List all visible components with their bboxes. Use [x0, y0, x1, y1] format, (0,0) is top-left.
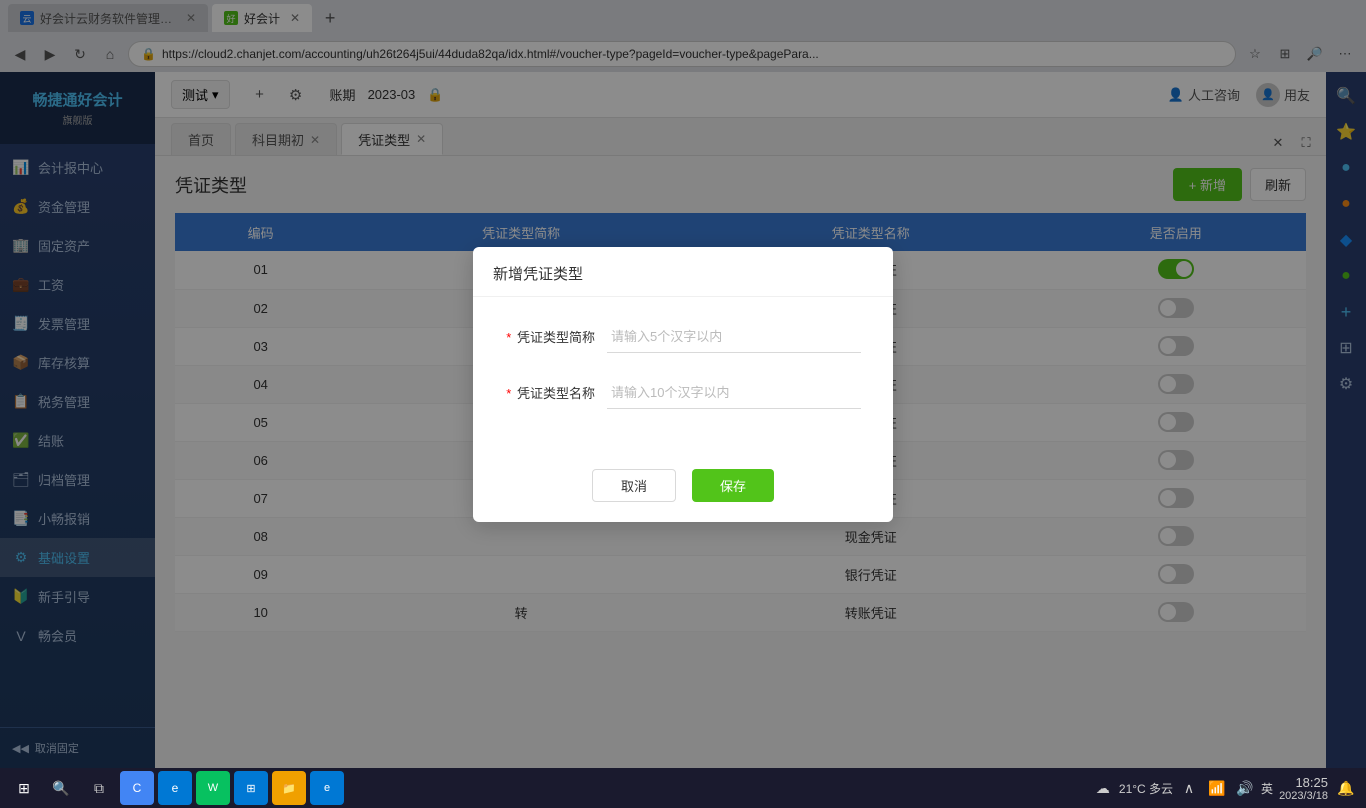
form-row-name: * 凭证类型名称 [505, 377, 861, 409]
cancel-button[interactable]: 取消 [592, 469, 676, 502]
clock-time: 18:25 [1279, 775, 1328, 790]
dialog-title: 新增凭证类型 [493, 266, 583, 283]
search-taskbar-button[interactable]: 🔍 [44, 771, 78, 805]
form-label-name: * 凭证类型名称 [505, 383, 595, 402]
dialog-header: 新增凭证类型 [473, 247, 893, 297]
start-button[interactable]: ⊞ [8, 772, 40, 804]
dialog-overlay: 新增凭证类型 * 凭证类型简称 * 凭证类型名称 取消 保存 [0, 0, 1366, 768]
clock-date: 2023/3/18 [1279, 790, 1328, 802]
volume-icon[interactable]: 🔊 [1233, 776, 1257, 800]
lang-text: 英 [1261, 780, 1273, 797]
required-marker-name: * [506, 386, 511, 401]
taskbar-wechat-app[interactable]: W [196, 771, 230, 805]
save-button[interactable]: 保存 [692, 469, 774, 502]
taskbar-chrome-app[interactable]: C [120, 771, 154, 805]
taskbar-right: ☁ 21°C 多云 ∧ 📶 🔊 英 18:25 2023/3/18 🔔 [1091, 775, 1358, 802]
new-voucher-type-dialog: 新增凭证类型 * 凭证类型简称 * 凭证类型名称 取消 保存 [473, 247, 893, 522]
required-marker-abbr: * [506, 330, 511, 345]
taskbar-files-app[interactable]: 📁 [272, 771, 306, 805]
taskview-button[interactable]: ⧉ [82, 771, 116, 805]
taskbar-clock[interactable]: 18:25 2023/3/18 [1279, 775, 1328, 802]
abbr-input[interactable] [607, 321, 861, 353]
taskbar-browser-app[interactable]: e [310, 771, 344, 805]
weather-icon[interactable]: ☁ [1091, 776, 1115, 800]
name-input[interactable] [607, 377, 861, 409]
taskbar: ⊞ 🔍 ⧉ C e W ⊞ 📁 e ☁ 21°C 多云 ∧ 📶 🔊 英 18:2… [0, 768, 1366, 808]
dialog-body: * 凭证类型简称 * 凭证类型名称 [473, 297, 893, 457]
form-row-abbr: * 凭证类型简称 [505, 321, 861, 353]
wifi-icon[interactable]: 📶 [1205, 776, 1229, 800]
dialog-footer: 取消 保存 [473, 457, 893, 522]
notification-icon[interactable]: ∧ [1177, 776, 1201, 800]
notifications-bell-icon[interactable]: 🔔 [1334, 776, 1358, 800]
taskbar-store-app[interactable]: ⊞ [234, 771, 268, 805]
weather-text: 21°C 多云 [1119, 780, 1173, 797]
form-label-abbr: * 凭证类型简称 [505, 327, 595, 346]
taskbar-edge-app[interactable]: e [158, 771, 192, 805]
taskbar-sys-icons: ☁ 21°C 多云 ∧ 📶 🔊 英 [1091, 776, 1273, 800]
